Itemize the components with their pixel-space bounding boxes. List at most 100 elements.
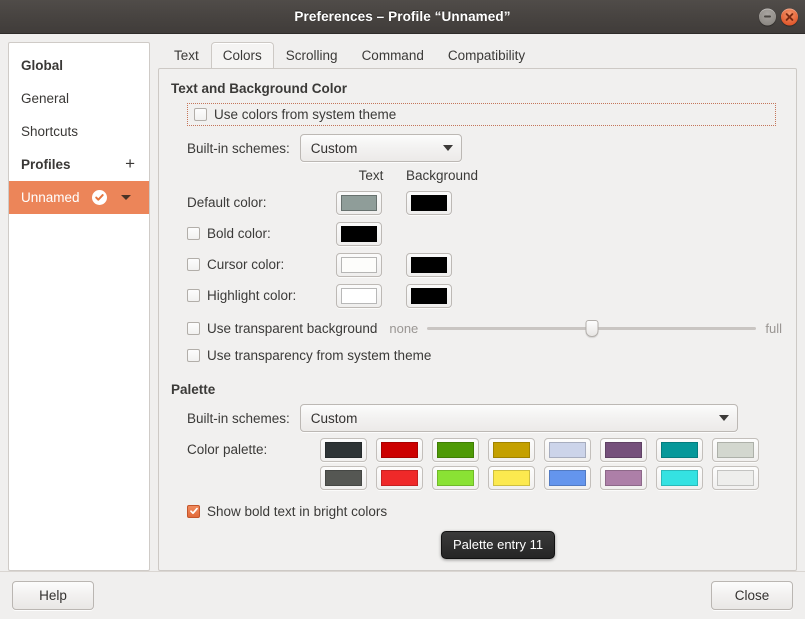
system-theme-checkbox-row[interactable]: Use colors from system theme: [187, 103, 776, 126]
transparent-background-row: Use transparent background none full: [187, 314, 782, 342]
color-columns-header: Text Background: [187, 168, 782, 183]
bold-color-row: Bold color:: [187, 218, 782, 249]
palette-entry-4[interactable]: [488, 438, 535, 462]
column-header-background: Background: [406, 168, 479, 183]
profile-name-label: Unnamed: [21, 190, 80, 205]
cursor-text-color-button[interactable]: [336, 252, 382, 277]
close-button[interactable]: [781, 8, 798, 25]
transparent-background-label: Use transparent background: [207, 320, 378, 336]
color-swatch: [381, 470, 418, 486]
cursor-color-label: Cursor color:: [207, 257, 285, 272]
color-swatch: [341, 287, 377, 304]
sidebar-item-label: Shortcuts: [21, 124, 79, 139]
palette-builtin-schemes-row: Built-in schemes: Custom: [187, 404, 782, 432]
palette-entry-12[interactable]: [488, 466, 535, 490]
tab-text[interactable]: Text: [162, 42, 211, 69]
checkbox-icon[interactable]: [187, 227, 200, 240]
help-button[interactable]: Help: [12, 581, 94, 610]
minimize-button[interactable]: [759, 8, 776, 25]
highlight-color-row: Highlight color:: [187, 280, 782, 311]
window-body: Global General Shortcuts Profiles + Unna…: [0, 34, 805, 571]
chevron-down-icon[interactable]: [120, 195, 131, 200]
close-icon: [785, 12, 794, 21]
sidebar-item-global[interactable]: Global: [9, 49, 149, 82]
highlight-color-label: Highlight color:: [207, 288, 297, 303]
color-palette-label: Color palette:: [187, 442, 268, 457]
sidebar-item-profile-unnamed[interactable]: Unnamed: [9, 181, 149, 214]
palette-entry-5[interactable]: [544, 438, 591, 462]
color-swatch: [437, 442, 474, 458]
sidebar-item-label: Global: [21, 58, 64, 73]
bold-bright-row[interactable]: Show bold text in bright colors: [187, 498, 782, 524]
title-bar: Preferences – Profile “Unnamed”: [0, 0, 805, 34]
text-bg-builtin-schemes-select[interactable]: Custom: [299, 134, 462, 162]
color-swatch: [605, 470, 642, 486]
palette-entry-7[interactable]: [656, 438, 703, 462]
palette-entry-2[interactable]: [376, 438, 423, 462]
palette-entry-6[interactable]: [600, 438, 647, 462]
tab-compatibility[interactable]: Compatibility: [436, 42, 537, 69]
palette-entry-9[interactable]: [320, 466, 367, 490]
select-value: Custom: [310, 410, 358, 426]
palette-entry-10[interactable]: [376, 466, 423, 490]
tab-bar: Text Colors Scrolling Command Compatibil…: [158, 42, 797, 69]
color-swatch: [341, 225, 377, 242]
default-color-row: Default color:: [187, 187, 782, 218]
plus-icon[interactable]: +: [125, 155, 135, 172]
close-dialog-button[interactable]: Close: [711, 581, 793, 610]
system-transparency-label: Use transparency from system theme: [207, 347, 432, 363]
palette-entry-15[interactable]: [656, 466, 703, 490]
color-swatch: [493, 442, 530, 458]
color-palette-row: Color palette:: [187, 438, 782, 490]
checkbox-icon[interactable]: [187, 504, 200, 518]
checkbox-icon[interactable]: [187, 258, 200, 271]
colors-tab-panel: Text and Background Color Use colors fro…: [158, 68, 797, 571]
sidebar-section-profiles: Profiles +: [9, 148, 149, 181]
tooltip: Palette entry 11: [441, 531, 556, 559]
color-swatch: [549, 470, 586, 486]
palette-entry-3[interactable]: [432, 438, 479, 462]
tooltip-text: Palette entry 11: [453, 537, 544, 552]
checkbox-icon[interactable]: [194, 108, 207, 121]
highlight-background-color-button[interactable]: [406, 283, 452, 308]
palette-entry-8[interactable]: [712, 438, 759, 462]
default-background-color-button[interactable]: [406, 190, 452, 215]
color-swatch: [381, 442, 418, 458]
builtin-schemes-label: Built-in schemes:: [187, 140, 290, 156]
checkbox-icon[interactable]: [187, 321, 200, 335]
text-bg-builtin-schemes-row: Built-in schemes: Custom: [187, 134, 782, 162]
sidebar-item-shortcuts[interactable]: Shortcuts: [9, 115, 149, 148]
palette-entry-1[interactable]: [320, 438, 367, 462]
color-swatch: [493, 470, 530, 486]
column-header-text: Text: [358, 168, 384, 183]
checkbox-icon[interactable]: [187, 348, 200, 362]
bold-text-color-button[interactable]: [336, 221, 382, 246]
cursor-background-color-button[interactable]: [406, 252, 452, 277]
chevron-down-icon: [442, 145, 453, 151]
highlight-text-color-button[interactable]: [336, 283, 382, 308]
palette-row: [320, 438, 759, 462]
tab-scrolling[interactable]: Scrolling: [274, 42, 350, 69]
palette-entry-16[interactable]: [712, 466, 759, 490]
check-circle-icon: [91, 190, 107, 205]
color-swatch: [661, 470, 698, 486]
color-swatch: [605, 442, 642, 458]
default-text-color-button[interactable]: [336, 190, 382, 215]
tab-colors[interactable]: Colors: [210, 42, 274, 69]
checkbox-icon[interactable]: [187, 289, 200, 302]
palette-entry-14[interactable]: [600, 466, 647, 490]
palette-entry-11[interactable]: [432, 466, 479, 490]
sidebar-item-general[interactable]: General: [9, 82, 149, 115]
palette-entry-13[interactable]: [544, 466, 591, 490]
preferences-window: Preferences – Profile “Unnamed” Global G…: [0, 0, 805, 619]
transparency-slider[interactable]: [427, 319, 757, 337]
system-transparency-row[interactable]: Use transparency from system theme: [187, 342, 782, 368]
slider-thumb[interactable]: [585, 319, 599, 337]
bold-color-label: Bold color:: [207, 226, 271, 241]
tab-command[interactable]: Command: [350, 42, 436, 69]
color-swatch: [717, 470, 754, 486]
default-color-label: Default color:: [187, 195, 267, 210]
text-bg-section-title: Text and Background Color: [171, 81, 348, 96]
palette-builtin-schemes-label: Built-in schemes:: [187, 410, 290, 426]
palette-builtin-schemes-select[interactable]: Custom: [299, 404, 738, 432]
